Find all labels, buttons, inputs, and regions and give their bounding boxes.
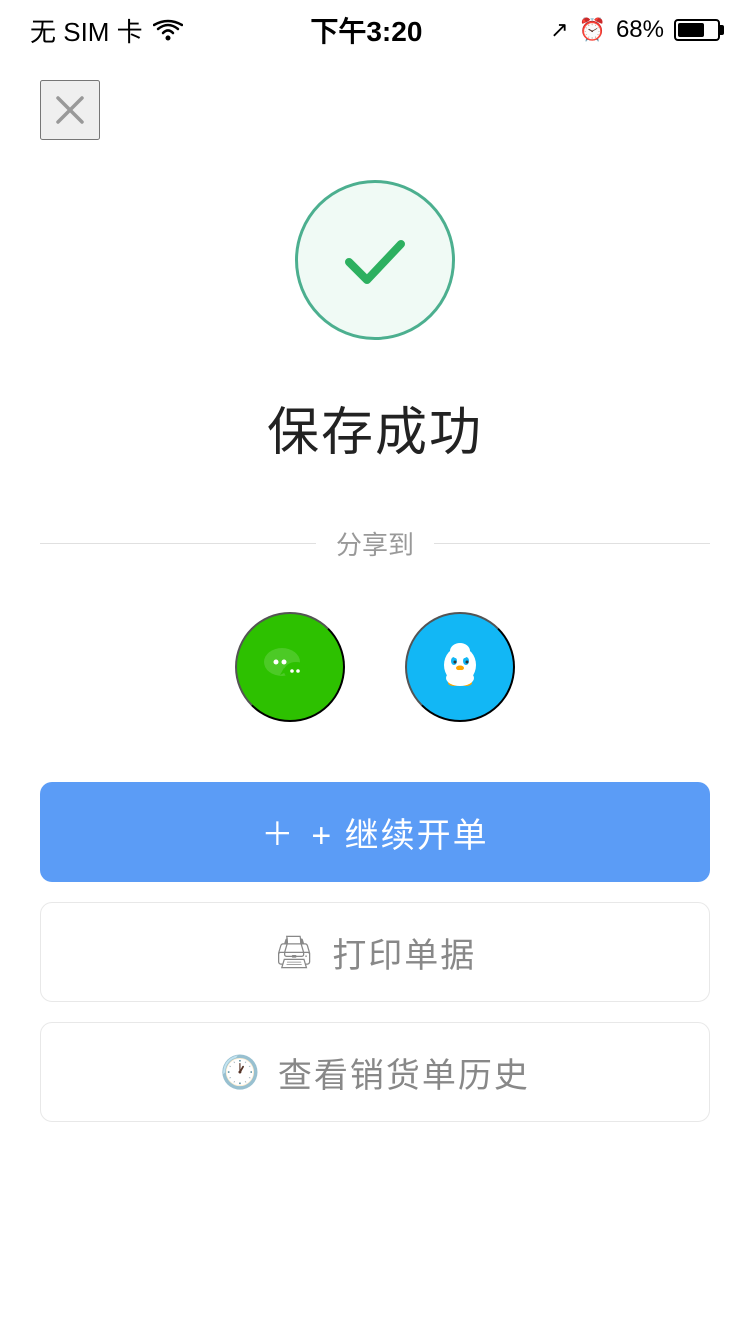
continue-label: + 继续开单 <box>311 808 488 857</box>
wechat-logo-icon <box>258 635 322 699</box>
action-buttons: ＋ + 继续开单 🖨 打印单据 🕐 查看销货单历史 <box>40 782 710 1122</box>
share-label: 分享到 <box>336 525 414 562</box>
battery-indicator <box>674 19 720 41</box>
status-left: 无 SIM 卡 <box>30 12 183 49</box>
qq-share-button[interactable] <box>405 612 515 722</box>
divider-line-left <box>40 543 316 544</box>
location-icon: ↗ <box>550 17 568 43</box>
continue-button[interactable]: ＋ + 继续开单 <box>40 782 710 882</box>
wechat-share-button[interactable] <box>235 612 345 722</box>
share-divider: 分享到 <box>40 525 710 562</box>
success-icon-circle <box>295 180 455 340</box>
qq-logo-icon <box>428 635 492 699</box>
print-label: 打印单据 <box>332 928 476 977</box>
status-time: 下午3:20 <box>310 10 422 50</box>
print-icon: 🖨 <box>274 933 317 971</box>
history-label: 查看销货单历史 <box>278 1048 530 1097</box>
alarm-icon: ⏰ <box>579 17 606 43</box>
wifi-icon <box>153 19 183 41</box>
status-right: ↗ ⏰ 68% <box>550 16 720 44</box>
share-icons-row <box>235 612 515 722</box>
divider-line-right <box>434 543 710 544</box>
main-content: 保存成功 分享到 <box>0 60 750 1334</box>
print-button[interactable]: 🖨 打印单据 <box>40 902 710 1002</box>
status-bar: 无 SIM 卡 下午3:20 ↗ ⏰ 68% <box>0 0 750 60</box>
success-title: 保存成功 <box>267 390 483 465</box>
close-icon <box>52 92 88 128</box>
continue-icon: ＋ <box>261 809 295 855</box>
no-sim-label: 无 SIM 卡 <box>30 12 143 49</box>
history-button[interactable]: 🕐 查看销货单历史 <box>40 1022 710 1122</box>
history-icon: 🕐 <box>220 1053 262 1091</box>
checkmark-icon <box>335 220 415 300</box>
close-button[interactable] <box>40 80 100 140</box>
share-section: 分享到 <box>40 525 710 722</box>
battery-percent: 68% <box>616 16 664 44</box>
